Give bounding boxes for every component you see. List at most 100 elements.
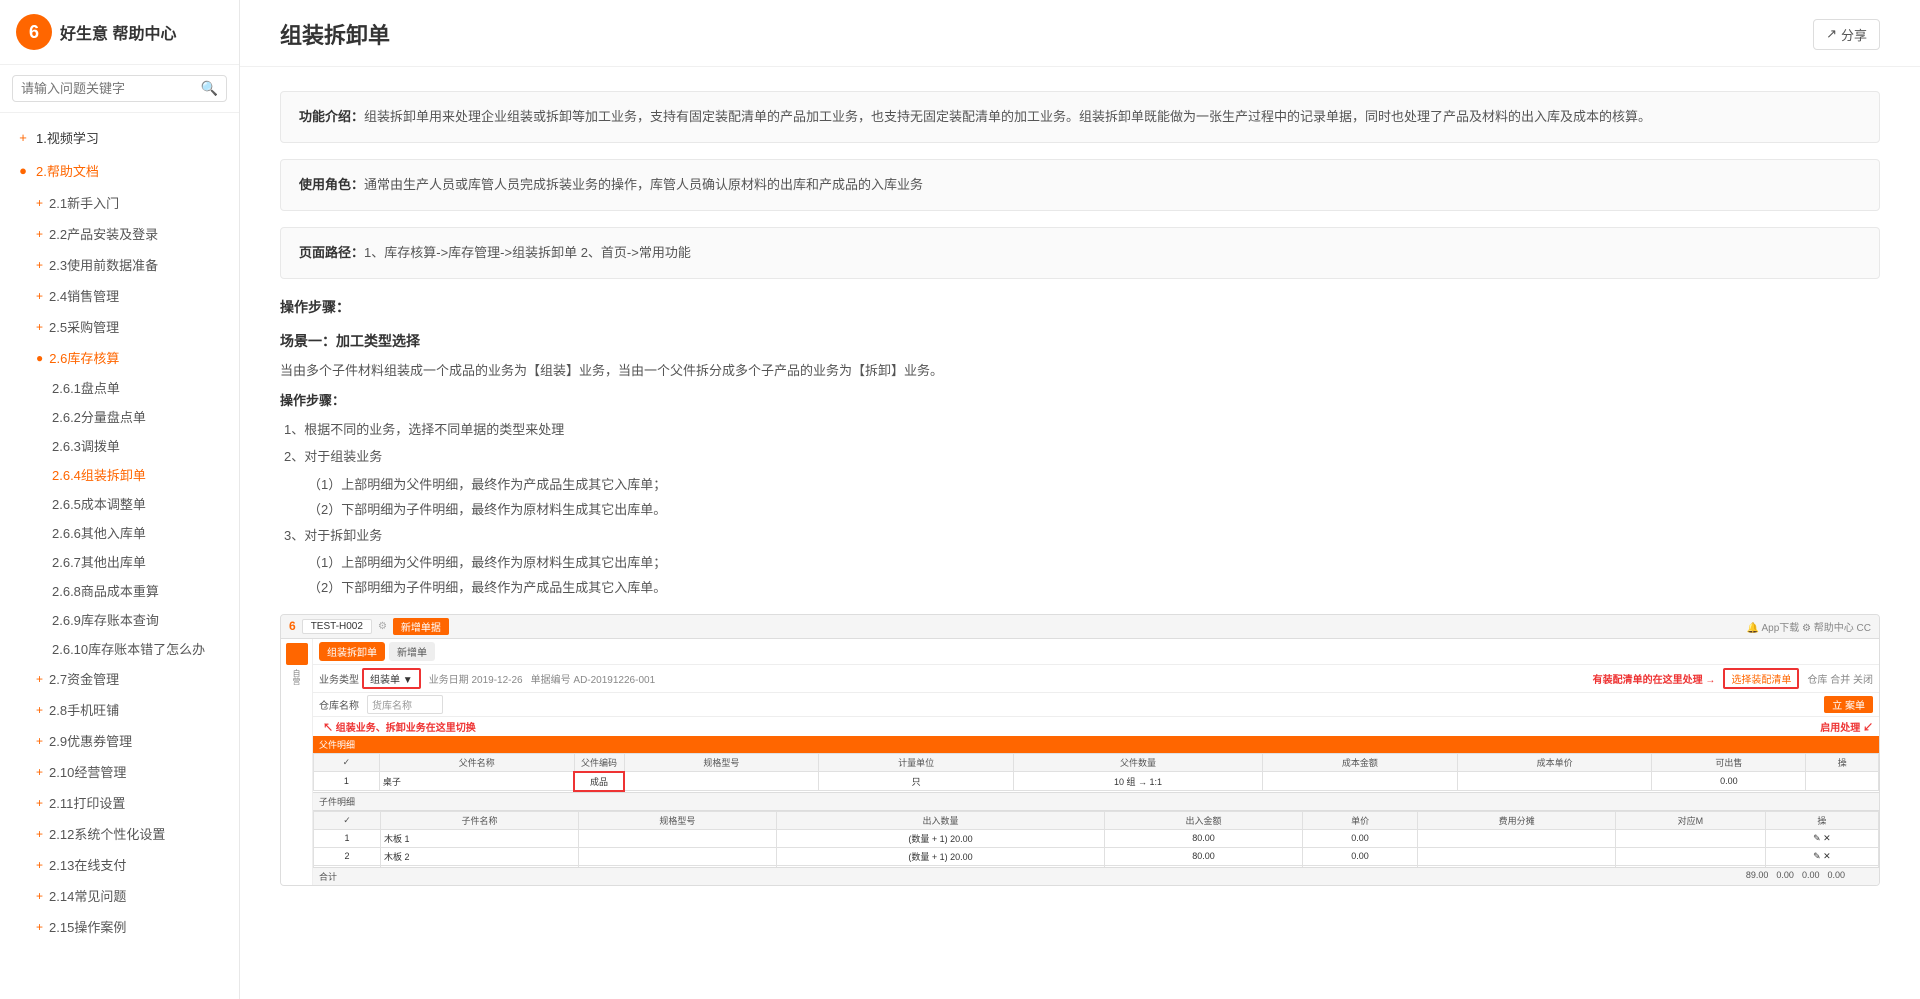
step1: 1、根据不同的业务，选择不同单据的类型来处理 — [280, 418, 1880, 441]
sidebar-sub-label: 2.7资金管理 — [49, 669, 119, 688]
ss-date: 业务日期 2019-12-26 — [429, 671, 523, 686]
scenario1-ops-label: 操作步骤： — [280, 389, 1880, 412]
sidebar-item-cost-recalc[interactable]: 2.6.8商品成本重算 — [0, 576, 239, 605]
sidebar-item-stocktake[interactable]: 2.6.1盘点单 — [0, 373, 239, 402]
ss-warehouse-input: 货库名称 — [367, 695, 443, 714]
ss-annotation2: ↖ 组装业务、拆卸业务在这里切换 — [323, 719, 476, 734]
ss-footer-total2: 0.00 — [1776, 870, 1794, 883]
sidebar-item-assembly[interactable]: 2.6.4组装拆卸单 — [0, 460, 239, 489]
sidebar-item-cases[interactable]: + 2.15操作案例 — [0, 911, 239, 942]
ss-child-table: ✓ 子件名称 规格型号 出入数量 出入金额 单价 费用分摊 对应M 操 — [313, 811, 1879, 867]
plus-icon: + — [36, 765, 43, 779]
plus-icon: + — [36, 258, 43, 272]
ss-footer-total3: 0.00 — [1802, 870, 1820, 883]
plus-icon: + — [36, 827, 43, 841]
nav-section-1: + 1.视频学习 — [0, 121, 239, 154]
role-text: 通常由生产人员或库管人员完成拆装业务的操作，库管人员确认原材料的出库和产成品的入… — [364, 177, 923, 192]
sidebar-item-dataprep[interactable]: + 2.3使用前数据准备 — [0, 249, 239, 280]
logo-text: 好生意 帮助中心 — [60, 20, 176, 44]
plus-icon: + — [36, 703, 43, 717]
sidebar-item-helpdoc[interactable]: ● 2.帮助文档 — [0, 154, 239, 187]
func-intro-block: 功能介绍：组装拆卸单用来处理企业组装或拆卸等加工业务，支持有固定装配清单的产品加… — [280, 91, 1880, 143]
plus-icon: + — [36, 672, 43, 686]
sidebar-item-print[interactable]: + 2.11打印设置 — [0, 787, 239, 818]
sidebar-item-coupon[interactable]: + 2.9优惠券管理 — [0, 725, 239, 756]
ss-settings-icon: ⚙ — [378, 621, 387, 632]
sidebar-item-personalize[interactable]: + 2.12系统个性化设置 — [0, 818, 239, 849]
ss-action-btns: 仓库 合并 关闭 — [1807, 671, 1873, 686]
plus-icon: + — [36, 796, 43, 810]
screenshot-wrap: 6 TEST-H002 ⚙ 新增单据 🔔 App下载 ⚙ 帮助中心 CC 自营 — [280, 614, 1880, 886]
sidebar-item-other-in[interactable]: 2.6.6其他入库单 — [0, 518, 239, 547]
ss-tab-assembly: 组装拆卸单 — [319, 642, 385, 661]
path-label: 页面路径： — [299, 245, 364, 260]
role-block: 使用角色：通常由生产人员或库管人员完成拆装业务的操作，库管人员确认原材料的出库和… — [280, 159, 1880, 211]
sidebar-sub-label: 2.13在线支付 — [49, 855, 126, 874]
search-area: 🔍 — [0, 65, 239, 113]
sidebar-item-other-out[interactable]: 2.6.7其他出库单 — [0, 547, 239, 576]
ss-type-select: 组装单 ▼ — [362, 668, 421, 689]
sidebar-item-mobile[interactable]: + 2.8手机旺铺 — [0, 694, 239, 725]
ss-footer-total1: 89.00 — [1746, 870, 1769, 883]
plus-icon: + — [36, 289, 43, 303]
share-icon: ↗ — [1826, 26, 1837, 42]
search-input[interactable] — [21, 81, 201, 96]
sidebar-item-newbie[interactable]: + 2.1新手入门 — [0, 187, 239, 218]
ss-footer: 合计 89.00 0.00 0.00 0.00 — [313, 867, 1879, 885]
ss-section-header-parent: 父件明细 — [313, 736, 1879, 753]
nav-tree: + 1.视频学习 ● 2.帮助文档 + 2.1新手入门 + 2.2产品安装及登录… — [0, 113, 239, 999]
scenario1-desc: 当由多个子件材料组装成一个成品的业务为【组装】业务，当由一个父件拆分成多个子产品… — [280, 359, 1880, 382]
plus-icon: + — [36, 196, 43, 210]
path-text: 1、库存核算->库存管理->组装拆卸单 2、首页->常用功能 — [364, 245, 691, 260]
sidebar-item-partcount[interactable]: 2.6.2分量盘点单 — [0, 402, 239, 431]
sidebar-item-inventory[interactable]: ● 2.6库存核算 — [0, 342, 239, 373]
content-area: 功能介绍：组装拆卸单用来处理企业组装或拆卸等加工业务，支持有固定装配清单的产品加… — [240, 67, 1920, 999]
sidebar-sub-label: 2.11打印设置 — [49, 793, 125, 812]
ss-section-header-child: 子件明细 — [313, 792, 1879, 811]
sidebar-sub-label: 2.3使用前数据准备 — [49, 255, 158, 274]
sidebar-item-faq[interactable]: + 2.14常见问题 — [0, 880, 239, 911]
ss-footer-total4: 0.00 — [1827, 870, 1845, 883]
plus-icon: + — [16, 131, 30, 145]
sidebar-sub-label: 2.9优惠券管理 — [49, 731, 132, 750]
sidebar-item-payment[interactable]: + 2.13在线支付 — [0, 849, 239, 880]
sidebar-item-cost-adj[interactable]: 2.6.5成本调整单 — [0, 489, 239, 518]
scenario1-title: 场景一：加工类型选择 — [280, 331, 1880, 351]
minus-icon: ● — [36, 351, 43, 365]
ss-sub-section-label: 子件明细 — [319, 795, 355, 808]
main-content: 组装拆卸单 ↗ 分享 功能介绍：组装拆卸单用来处理企业组装或拆卸等加工业务，支持… — [240, 0, 1920, 999]
step2-sub2: （2）下部明细为子件明细，最终作为原材料生成其它出库单。 — [280, 498, 1880, 521]
sidebar-sub-label: 2.15操作案例 — [49, 917, 126, 936]
screenshot-image: 6 TEST-H002 ⚙ 新增单据 🔔 App下载 ⚙ 帮助中心 CC 自营 — [281, 615, 1879, 885]
sidebar-item-purchase[interactable]: + 2.5采购管理 — [0, 311, 239, 342]
sidebar-item-label: 1.视频学习 — [36, 128, 99, 147]
plus-icon: + — [36, 920, 43, 934]
sidebar-item-video[interactable]: + 1.视频学习 — [0, 121, 239, 154]
search-icon[interactable]: 🔍 — [201, 80, 218, 97]
sidebar-item-ops[interactable]: + 2.10经营管理 — [0, 756, 239, 787]
sidebar-sub-label: 2.4销售管理 — [49, 286, 119, 305]
ss-tab-new: 新增单 — [389, 642, 435, 661]
role-label: 使用角色： — [299, 177, 364, 192]
ss-select-bom-btn: 选择装配清单 — [1723, 668, 1799, 689]
sidebar-item-stock-fix[interactable]: 2.6.10库存账本错了怎么办 — [0, 634, 239, 663]
ss-new-doc-btn: 新增单据 — [393, 618, 449, 635]
sidebar-item-sales[interactable]: + 2.4销售管理 — [0, 280, 239, 311]
func-intro-text: 组装拆卸单用来处理企业组装或拆卸等加工业务，支持有固定装配清单的产品加工业务，也… — [364, 109, 1651, 124]
sidebar: 6 好生意 帮助中心 🔍 + 1.视频学习 ● 2.帮助文档 + 2.1新手入门 — [0, 0, 240, 999]
sidebar-item-install[interactable]: + 2.2产品安装及登录 — [0, 218, 239, 249]
step2-sub1: （1）上部明细为父件明细，最终作为产成品生成其它入库单； — [280, 473, 1880, 496]
sidebar-item-transfer[interactable]: 2.6.3调拨单 — [0, 431, 239, 460]
plus-icon: + — [36, 734, 43, 748]
share-label: 分享 — [1841, 25, 1867, 44]
ss-no: 单据编号 AD-20191226-001 — [531, 671, 656, 686]
sidebar-sub-label: 2.5采购管理 — [49, 317, 119, 336]
step3-sub1: （1）上部明细为父件明细，最终作为原材料生成其它出库单； — [280, 551, 1880, 574]
logo-area: 6 好生意 帮助中心 — [0, 0, 239, 65]
share-button[interactable]: ↗ 分享 — [1813, 19, 1880, 50]
sidebar-sub-label: 2.10经营管理 — [49, 762, 126, 781]
sidebar-item-finance[interactable]: + 2.7资金管理 — [0, 663, 239, 694]
ss-footer-text: 合计 — [319, 870, 337, 883]
sidebar-sub-label: 2.1新手入门 — [49, 193, 119, 212]
sidebar-item-stock-query[interactable]: 2.6.9库存账本查询 — [0, 605, 239, 634]
